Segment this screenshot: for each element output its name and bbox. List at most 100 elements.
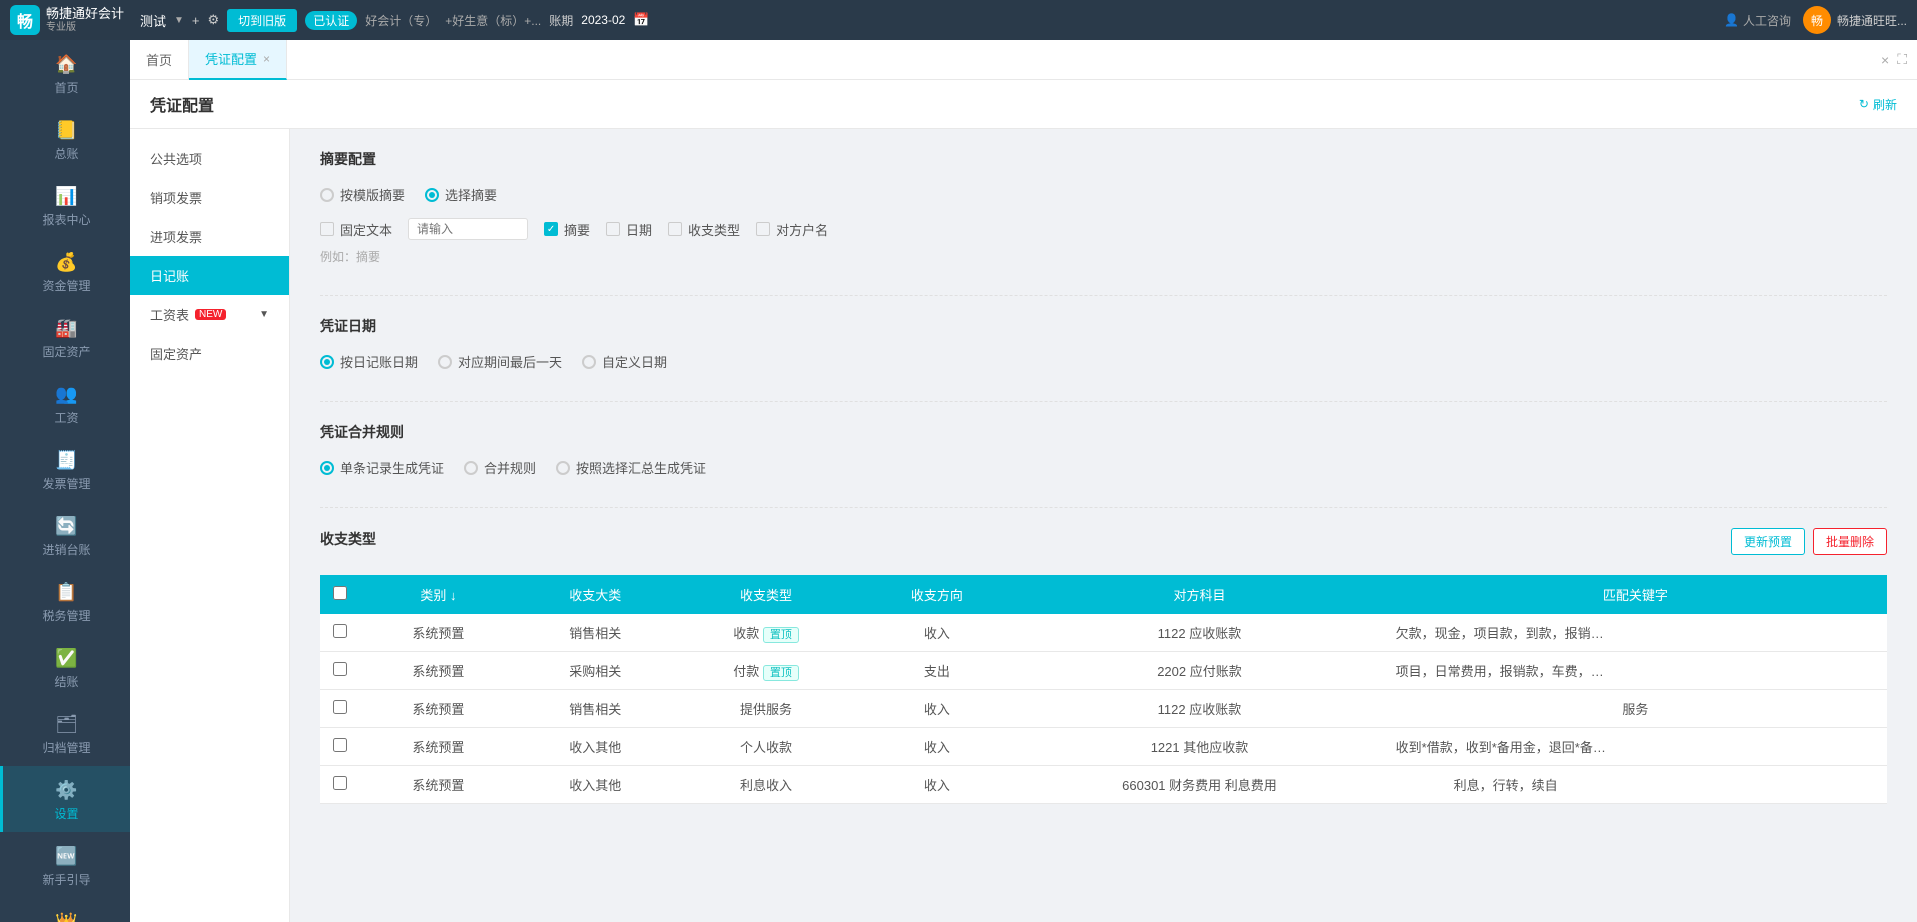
home-icon: 🏠: [55, 54, 77, 75]
divider-3: [320, 507, 1887, 508]
radio-custom-date[interactable]: 自定义日期: [582, 352, 667, 371]
checkbox-fixed-text[interactable]: 固定文本: [320, 220, 392, 239]
sidebar-item-reports[interactable]: 📊 报表中心: [0, 172, 130, 238]
table-row: 系统预置 采购相关 付款 置顶 支出 2202 应付账款 项目，日常费用，报销款…: [320, 652, 1887, 690]
sidebar-item-settlement[interactable]: ✅ 结账: [0, 634, 130, 700]
update-preset-button[interactable]: 更新预置: [1731, 528, 1805, 555]
user-name: 畅捷通旺旺...: [1837, 12, 1907, 29]
radio-select-summary[interactable]: 选择摘要: [425, 185, 497, 204]
radio-single-voucher[interactable]: 单条记录生成凭证: [320, 458, 444, 477]
sidebar-item-invoice-mgmt[interactable]: 🧾 发票管理: [0, 436, 130, 502]
select-all-checkbox[interactable]: [333, 586, 347, 600]
checkbox-summary[interactable]: ✓ 摘要: [544, 220, 590, 239]
row-3-account: 1122 应收账款: [1015, 690, 1383, 728]
checkbox-date[interactable]: 日期: [606, 220, 652, 239]
row-4-major-type: 收入其他: [517, 728, 674, 766]
left-nav-journal-label: 日记账: [150, 266, 189, 285]
sidebar-item-funds[interactable]: 💰 资金管理: [0, 238, 130, 304]
tab-bar-right: × ⛶: [1881, 51, 1917, 68]
page-header: 凭证配置 ↻ 刷新: [130, 80, 1917, 129]
user-profile[interactable]: 畅 畅捷通旺旺...: [1803, 6, 1907, 34]
row-5-direction: 收入: [858, 766, 1015, 804]
tab-fullscreen-icon[interactable]: ⛶: [1897, 51, 1907, 68]
batch-delete-button[interactable]: 批量删除: [1813, 528, 1887, 555]
divider-2: [320, 401, 1887, 402]
left-nav-payroll-table[interactable]: 工资表 NEW ▼: [130, 295, 289, 334]
radio-merge-label: 合并规则: [484, 458, 536, 477]
merge-section: 凭证合并规则 单条记录生成凭证 合并规则: [320, 422, 1887, 477]
sales-icon: 🔄: [55, 516, 77, 537]
row-1-category: 系统预置: [360, 614, 517, 652]
row-1-checkbox[interactable]: [333, 624, 347, 638]
row-1-direction: 收入: [858, 614, 1015, 652]
guide-icon: 🆕: [55, 846, 77, 867]
calendar-icon[interactable]: 📅: [633, 12, 649, 28]
row-3-major-type: 销售相关: [517, 690, 674, 728]
sidebar-item-sales[interactable]: 🔄 进销台账: [0, 502, 130, 568]
radio-template-summary[interactable]: 按模版摘要: [320, 185, 405, 204]
sidebar-label-guide: 新手引导: [42, 871, 90, 888]
company-name[interactable]: 测试: [140, 11, 166, 30]
checkbox-income-type-label: 收支类型: [688, 220, 740, 239]
sidebar-item-home[interactable]: 🏠 首页: [0, 40, 130, 106]
refresh-button[interactable]: ↻ 刷新: [1859, 96, 1897, 113]
help-button[interactable]: 👤 人工咨询: [1724, 12, 1791, 29]
add-icon[interactable]: +: [192, 13, 200, 28]
left-nav-journal[interactable]: 日记账: [130, 256, 289, 295]
radio-merge-rule[interactable]: 合并规则: [464, 458, 536, 477]
sidebar-item-tax[interactable]: 📋 税务管理: [0, 568, 130, 634]
tab-close-window-icon[interactable]: ×: [1881, 52, 1889, 68]
switch-version-button[interactable]: 切到旧版: [227, 9, 297, 32]
radio-circle-total: [556, 461, 570, 475]
expand-icon[interactable]: ▼: [259, 309, 269, 320]
sidebar-item-archive[interactable]: 🗂 归档管理: [0, 700, 130, 766]
radio-journal-date[interactable]: 按日记账日期: [320, 352, 418, 371]
left-nav-sales-invoice[interactable]: 销项发票: [130, 178, 289, 217]
left-nav-fixed-assets[interactable]: 固定资产: [130, 334, 289, 373]
settings-icon[interactable]: ⚙: [208, 12, 220, 28]
income-type-section: 收支类型 更新预置 批量删除: [320, 528, 1887, 804]
row-3-direction: 收入: [858, 690, 1015, 728]
date-section-title: 凭证日期: [320, 316, 1887, 336]
radio-circle-single: [320, 461, 334, 475]
sidebar-label-sales: 进销台账: [42, 541, 90, 558]
row-5-account: 660301 财务费用 利息费用: [1015, 766, 1383, 804]
settings-sidebar-icon: ⚙️: [55, 780, 77, 801]
table-header-checkbox: [320, 575, 360, 614]
fixed-assets-icon: 🏭: [55, 318, 77, 339]
row-4-keywords: 收到*借款，收到*备用金，退回*备用金，个人: [1384, 728, 1887, 766]
row-1-top-tag[interactable]: 置顶: [763, 627, 799, 643]
sidebar-item-fixed-assets[interactable]: 🏭 固定资产: [0, 304, 130, 370]
tab-home[interactable]: 首页: [130, 40, 189, 80]
row-3-checkbox[interactable]: [333, 700, 347, 714]
fixed-text-label: 固定文本: [340, 220, 392, 239]
fixed-text-input[interactable]: [408, 218, 528, 240]
row-5-checkbox[interactable]: [333, 776, 347, 790]
row-1-major-type: 销售相关: [517, 614, 674, 652]
checkbox-income-type[interactable]: 收支类型: [668, 220, 740, 239]
row-3-keywords: 服务: [1384, 690, 1887, 728]
left-nav-public[interactable]: 公共选项: [130, 139, 289, 178]
period-value[interactable]: 2023-02: [581, 13, 625, 27]
radio-period-last[interactable]: 对应期间最后一天: [438, 352, 562, 371]
row-2-top-tag[interactable]: 置顶: [763, 665, 799, 681]
left-nav-purchase-invoice[interactable]: 进项发票: [130, 217, 289, 256]
sidebar-item-payroll[interactable]: 👥 工资: [0, 370, 130, 436]
sidebar-item-ledger[interactable]: 📒 总账: [0, 106, 130, 172]
radio-summary-total[interactable]: 按照选择汇总生成凭证: [556, 458, 706, 477]
main-layout: 🏠 首页 📒 总账 📊 报表中心 💰 资金管理 🏭 固定资产 👥 工资 🧾 发票…: [0, 40, 1917, 922]
tab-voucher-config[interactable]: 凭证配置 ×: [189, 40, 287, 80]
member-icon: 👑: [55, 912, 77, 922]
row-4-checkbox[interactable]: [333, 738, 347, 752]
company-arrow-icon[interactable]: ▼: [174, 15, 184, 26]
sidebar-item-guide[interactable]: 🆕 新手引导: [0, 832, 130, 898]
two-col-layout: 公共选项 销项发票 进项发票 日记账 工资表 NEW ▼: [130, 129, 1917, 922]
row-2-checkbox[interactable]: [333, 662, 347, 676]
row-checkbox-1: [320, 614, 360, 652]
sidebar-item-member[interactable]: 👑 畅会员: [0, 898, 130, 922]
row-4-direction: 收入: [858, 728, 1015, 766]
date-radio-group: 按日记账日期 对应期间最后一天 自定义日期: [320, 352, 1887, 371]
sidebar-item-settings[interactable]: ⚙️ 设置: [0, 766, 130, 832]
tab-close-icon[interactable]: ×: [263, 52, 270, 66]
checkbox-counterpart[interactable]: 对方户名: [756, 220, 828, 239]
